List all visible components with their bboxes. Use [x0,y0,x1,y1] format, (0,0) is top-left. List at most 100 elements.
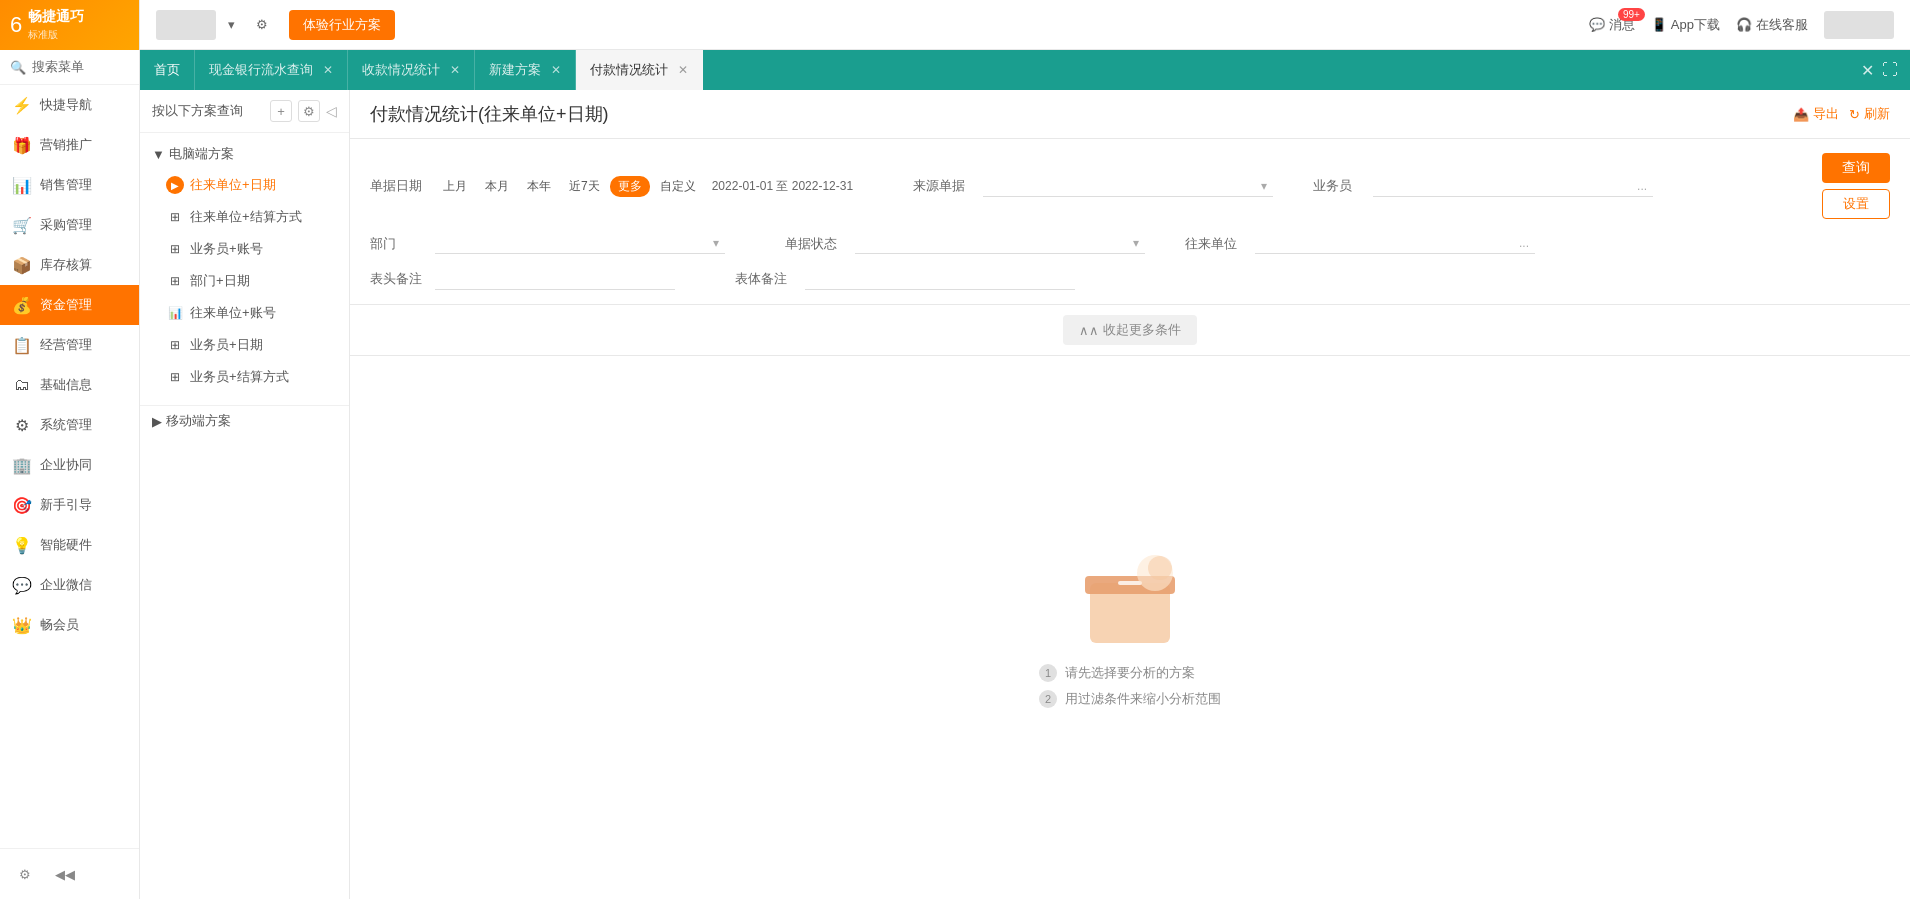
filter-row-3: 表头备注 表体备注 [370,268,1890,290]
collapse-filter-btn[interactable]: ∧∧ 收起更多条件 [1063,315,1197,345]
sidebar-item-purchase[interactable]: 🛒 采购管理 [0,205,139,245]
date-custom[interactable]: 自定义 [652,175,704,198]
empty-hint-1: 1 请先选择要分析的方案 [1039,664,1221,682]
counterpart-select[interactable]: ... [1255,233,1535,254]
date-this-year[interactable]: 本年 [519,175,559,198]
guide-icon: 🎯 [12,495,32,515]
refresh-btn[interactable]: ↻ 刷新 [1849,105,1890,123]
sidebar-item-marketing[interactable]: 🎁 营销推广 [0,125,139,165]
salesperson-group: 业务员 ... [1313,176,1653,197]
date-last-7days[interactable]: 近7天 [561,175,608,198]
content-area: 按以下方案查询 + ⚙ ◁ ▼ 电脑端方案 ▶ [140,90,1910,899]
header-settings-btn[interactable]: ⚙ [247,10,277,40]
date-this-month[interactable]: 本月 [477,175,517,198]
scheme-item-unit-date[interactable]: ▶ 往来单位+日期 [140,169,349,201]
tab-close-cash-flow[interactable]: ✕ [323,63,333,77]
scheme-item-staff-account[interactable]: ⊞ 业务员+账号 [140,233,349,265]
scheme-table-icon-2: ⊞ [166,240,184,258]
app-download-btn[interactable]: 📱 App下载 [1651,16,1720,34]
sidebar-item-inventory[interactable]: 📦 库存核算 [0,245,139,285]
basic-icon: 🗂 [12,375,32,395]
trial-industry-btn[interactable]: 体验行业方案 [289,10,395,40]
add-icon: + [277,104,285,119]
order-status-select[interactable]: ▾ [855,233,1145,254]
scheme-item-dept-date[interactable]: ⊞ 部门+日期 [140,265,349,297]
sidebar: 6 畅捷通巧 标准版 🔍 搜索菜单 ⚡ 快捷导航 🎁 营销推广 📊 销售管理 🛒… [0,0,140,899]
sidebar-item-business[interactable]: 📋 经营管理 [0,325,139,365]
mobile-scheme-header[interactable]: ▶ 移动端方案 [140,405,349,436]
tab-close-new-scheme[interactable]: ✕ [551,63,561,77]
sidebar-item-hardware[interactable]: 💡 智能硬件 [0,525,139,565]
desktop-scheme-arrow: ▼ [152,147,165,162]
svg-point-4 [1148,556,1172,580]
export-btn[interactable]: 📤 导出 [1793,105,1839,123]
service-icon: 🎧 [1736,17,1752,32]
sidebar-item-corp[interactable]: 🏢 企业协同 [0,445,139,485]
scheme-item-staff-date[interactable]: ⊞ 业务员+日期 [140,329,349,361]
inventory-icon: 📦 [12,255,32,275]
empty-state: 1 请先选择要分析的方案 2 用过滤条件来缩小分析范围 [350,356,1910,899]
tab-close-receipt-stats[interactable]: ✕ [450,63,460,77]
tab-cash-flow[interactable]: 现金银行流水查询 ✕ [195,50,348,90]
salesperson-label: 业务员 [1313,177,1363,195]
weixin-icon: 💬 [12,575,32,595]
memo-body-input[interactable] [805,268,1075,290]
desktop-scheme-header[interactable]: ▼ 电脑端方案 [140,139,349,169]
messages-btn[interactable]: 💬 消息 99+ [1589,16,1635,34]
purchase-icon: 🛒 [12,215,32,235]
left-panel-header: 按以下方案查询 + ⚙ ◁ [140,90,349,133]
source-group: 来源单据 ▾ [913,176,1273,197]
tab-receipt-stats[interactable]: 收款情况统计 ✕ [348,50,475,90]
left-panel-collapse-btn[interactable]: ◁ [326,103,337,119]
user-info[interactable] [1824,11,1894,39]
tab-home[interactable]: 首页 [140,50,195,90]
date-options: 上月 本月 本年 近7天 更多 自定义 2022-01-01 至 2022-12… [435,175,853,198]
sidebar-item-finance[interactable]: 💰 资金管理 [0,285,139,325]
search-icon: 🔍 [10,60,26,75]
scheme-settings-btn[interactable]: ⚙ [298,100,320,122]
app-icon: 📱 [1651,17,1667,32]
left-panel-actions: + ⚙ [270,100,320,122]
salesperson-select[interactable]: ... [1373,176,1653,197]
sidebar-item-member[interactable]: 👑 畅会员 [0,605,139,645]
sidebar-item-weixin[interactable]: 💬 企业微信 [0,565,139,605]
filter-row-2: 部门 ▾ 单据状态 ▾ 往来单位 [370,233,1890,254]
header-dropdown-icon[interactable]: ▾ [228,17,235,32]
sidebar-item-sales[interactable]: 📊 销售管理 [0,165,139,205]
memo-header-input[interactable] [435,268,675,290]
memo-body-group: 表体备注 [735,268,1075,290]
page-title: 付款情况统计(往来单位+日期) [370,102,1793,126]
tab-new-scheme[interactable]: 新建方案 ✕ [475,50,576,90]
tab-bar: 首页 现金银行流水查询 ✕ 收款情况统计 ✕ 新建方案 ✕ 付款情况统计 ✕ ✕… [140,50,1910,90]
sidebar-item-basic[interactable]: 🗂 基础信息 [0,365,139,405]
scheme-item-staff-settle[interactable]: ⊞ 业务员+结算方式 [140,361,349,393]
scheme-item-unit-account[interactable]: 📊 往来单位+账号 [140,297,349,329]
sidebar-item-quick-nav[interactable]: ⚡ 快捷导航 [0,85,139,125]
query-btn[interactable]: 查询 [1822,153,1890,183]
date-last-month[interactable]: 上月 [435,175,475,198]
tab-payment-stats[interactable]: 付款情况统计 ✕ [576,50,703,90]
scheme-item-unit-settle[interactable]: ⊞ 往来单位+结算方式 [140,201,349,233]
add-scheme-btn[interactable]: + [270,100,292,122]
empty-hint-2: 2 用过滤条件来缩小分析范围 [1039,690,1221,708]
tab-close-all-icon[interactable]: ✕ [1861,61,1874,80]
sidebar-footer-collapse[interactable]: ◀◀ [50,859,80,889]
counterpart-label: 往来单位 [1185,235,1245,253]
empty-state-illustration [1070,548,1190,648]
date-more[interactable]: 更多 [610,176,650,197]
filter-settings-btn[interactable]: 设置 [1822,189,1890,219]
corp-icon: 🏢 [12,455,32,475]
sidebar-search[interactable]: 🔍 搜索菜单 [0,50,139,85]
order-status-group: 单据状态 ▾ [785,233,1145,254]
sidebar-item-guide[interactable]: 🎯 新手引导 [0,485,139,525]
dept-select[interactable]: ▾ [435,233,725,254]
sidebar-item-system[interactable]: ⚙ 系统管理 [0,405,139,445]
tab-close-payment-stats[interactable]: ✕ [678,63,688,77]
sidebar-footer-settings[interactable]: ⚙ [10,859,40,889]
source-select[interactable]: ▾ [983,176,1273,197]
settings-gear-icon: ⚙ [256,17,268,32]
online-service-btn[interactable]: 🎧 在线客服 [1736,16,1808,34]
sidebar-logo: 6 [10,12,22,38]
scheme-table-icon-1: ⊞ [166,208,184,226]
tab-expand-icon[interactable]: ⛶ [1882,61,1898,79]
